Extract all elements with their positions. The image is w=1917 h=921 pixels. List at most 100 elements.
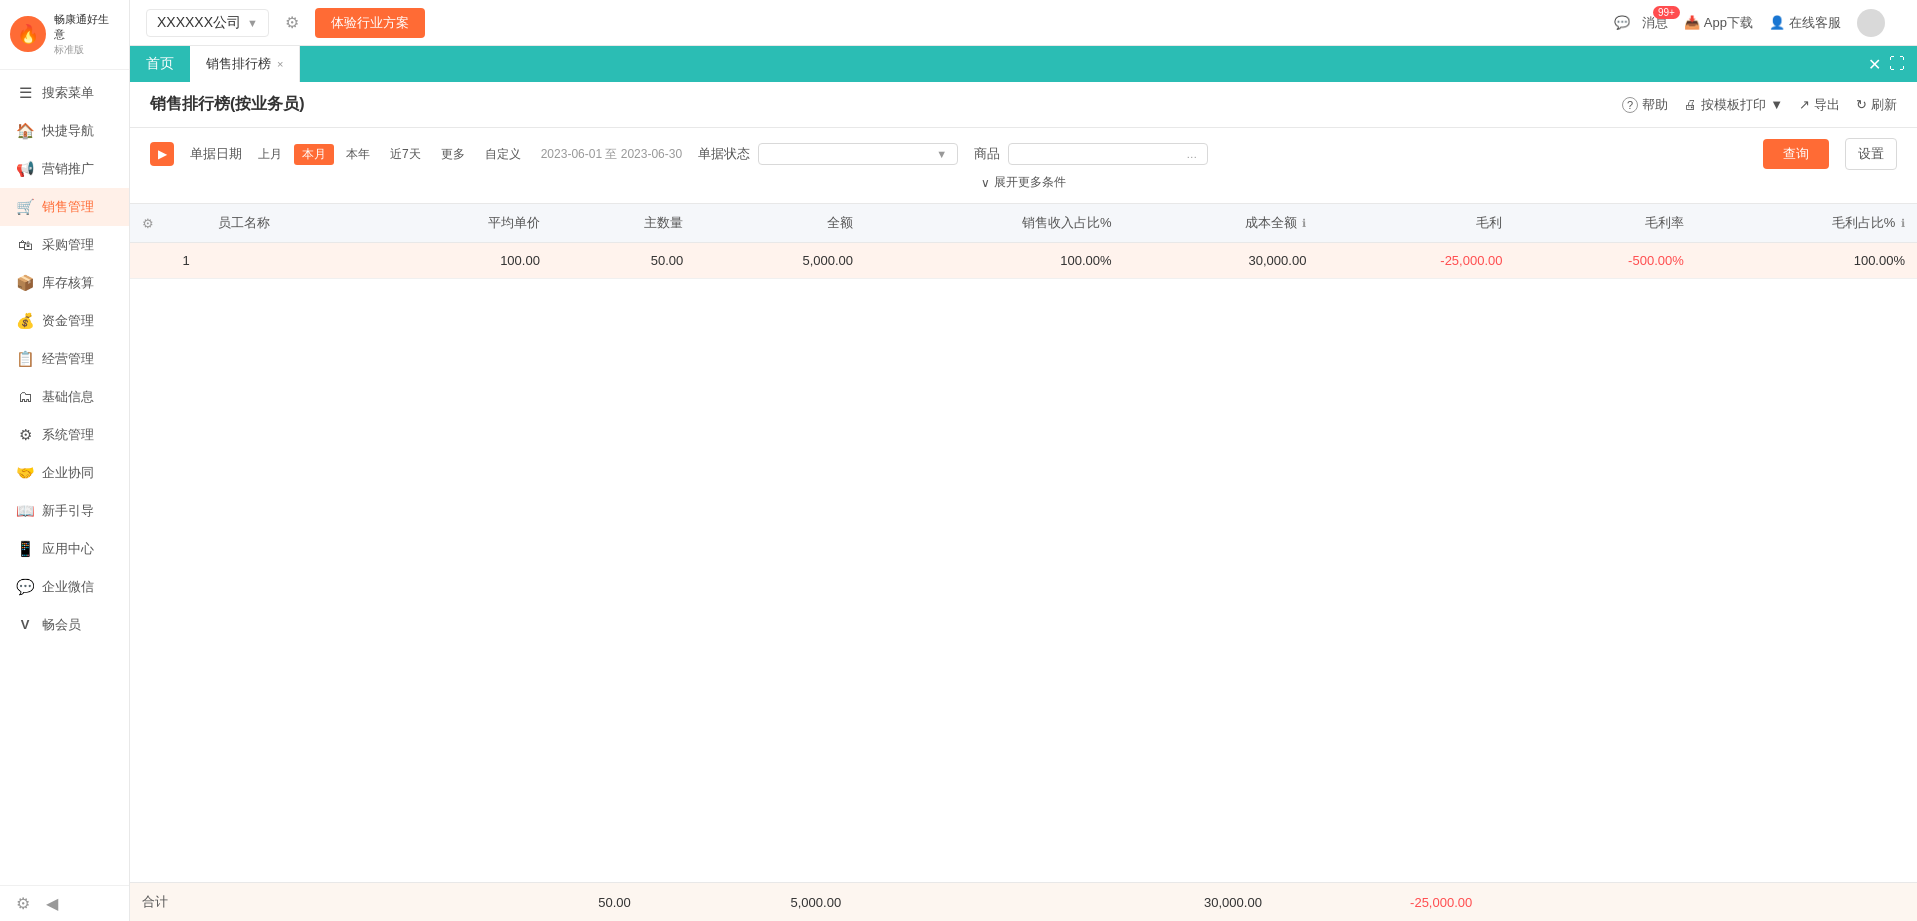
col-profit: 毛利 [1318,204,1514,243]
avatar [1857,9,1885,37]
date-tab-this-month[interactable]: 本月 [294,144,334,165]
sidebar-label-operations: 经营管理 [42,350,94,368]
print-icon: 🖨 [1684,97,1697,112]
tab-restore-icon[interactable]: ⛶ [1889,55,1905,74]
tab-close-icon[interactable]: × [277,58,283,70]
tabbar: 首页 销售排行榜 × ✕ ⛶ [130,46,1917,82]
online-support-label: 在线客服 [1789,14,1841,32]
status-filter: 单据状态 ▼ [698,143,958,165]
col-avg-price: 平均单价 [379,204,552,243]
sidebar-item-sales-mgmt[interactable]: 🛒 销售管理 [0,188,129,226]
tab-home[interactable]: 首页 [130,46,190,82]
date-tab-more[interactable]: 更多 [433,144,473,165]
app-download-label: App下载 [1704,14,1753,32]
date-filter-label: 单据日期 [190,145,242,163]
sales-icon: 🛒 [16,198,34,216]
date-filter: 单据日期 上月 本月 本年 近7天 更多 自定义 2023-06-01 至 20… [190,144,682,165]
filter-expand-row: ∨ 展开更多条件 [150,170,1897,193]
refresh-button[interactable]: ↻ 刷新 [1856,96,1897,114]
sidebar-item-basic-info[interactable]: 🗂 基础信息 [0,378,129,416]
sidebar-item-search-order[interactable]: ☰ 搜索菜单 [0,74,129,112]
sidebar-label-inventory: 库存核算 [42,274,94,292]
cost-info-icon[interactable]: ℹ [1302,217,1306,229]
row-profit-ratio: 100.00% [1696,243,1917,279]
message-action[interactable]: 💬 99+ 消息 [1614,14,1668,32]
col-profit-rate: 毛利率 [1514,204,1695,243]
row-sales-ratio: 100.00% [865,243,1123,279]
online-support-action[interactable]: 👤 在线客服 [1769,14,1841,32]
company-selector[interactable]: XXXXXX公司 ▼ [146,9,269,37]
expand-conditions-button[interactable]: ∨ 展开更多条件 [981,174,1066,191]
bottom-settings-icon[interactable]: ⚙ [16,894,30,913]
query-button[interactable]: 查询 [1763,139,1829,169]
profit-ratio-info-icon[interactable]: ℹ [1901,217,1905,229]
footer-values: 50.00 5,000.00 30,000.00 -25,000.00 [222,895,1905,910]
sidebar-label-quick-nav: 快捷导航 [42,122,94,140]
table-row: 1 100.00 50.00 5,000.00 100.00% 30,000.0… [130,243,1917,279]
basic-info-icon: 🗂 [16,388,34,405]
print-button[interactable]: 🖨 按模板打印 ▼ [1684,96,1783,114]
collapse-icon[interactable]: ◀ [46,894,58,913]
col-settings[interactable]: ⚙ [130,204,166,243]
sidebar-label-finance: 资金管理 [42,312,94,330]
chevron-down-icon: ▼ [247,17,258,29]
sidebar-item-wechat[interactable]: 💬 企业微信 [0,568,129,606]
sales-ranking-table: ⚙ 员工名称 平均单价 主数量 全额 销售收入占比% 成本全额 ℹ 毛利 毛利率 [130,204,1917,279]
sidebar-item-inventory[interactable]: 📦 库存核算 [0,264,129,302]
col-cost: 成本全额 ℹ [1124,204,1319,243]
date-tab-last-month[interactable]: 上月 [250,144,290,165]
logo-line1: 畅康通好生意 [54,12,119,43]
purchase-icon: 🛍 [16,236,34,253]
goods-select[interactable]: … [1008,143,1208,165]
sidebar-label-sales-mgmt: 销售管理 [42,198,94,216]
sidebar-item-system-mgmt[interactable]: ⚙ 系统管理 [0,416,129,454]
date-range-display: 2023-06-01 至 2023-06-30 [541,146,682,163]
sidebar-logo: 🔥 畅康通好生意 标准版 [0,0,129,70]
footer-profit-ratio [1695,895,1905,910]
footer-total: 5,000.00 [643,895,853,910]
tab-close-all-icon[interactable]: ✕ [1868,55,1881,74]
main-wrapper: XXXXXX公司 ▼ ⚙ 体验行业方案 💬 99+ 消息 📥 App下载 👤 在… [130,0,1917,921]
footer-profit-rate [1484,895,1694,910]
filter-toggle-arrow[interactable]: ▶ [150,142,174,166]
row-main-qty: 50.00 [552,243,695,279]
message-icon: 💬 [1614,15,1630,30]
inventory-icon: 📦 [16,274,34,292]
sidebar-item-guide[interactable]: 📖 新手引导 [0,492,129,530]
home-icon: 🏠 [16,122,34,140]
tab-sales-ranking[interactable]: 销售排行榜 × [190,46,300,82]
page-header: 销售排行榜(按业务员) ? 帮助 🖨 按模板打印 ▼ ↗ 导出 ↻ 刷新 [130,82,1917,128]
message-badge: 99+ [1653,6,1680,19]
tab-label: 销售排行榜 [206,55,271,73]
sidebar-label-app-center: 应用中心 [42,540,94,558]
trial-button[interactable]: 体验行业方案 [315,8,425,38]
date-tab-this-year[interactable]: 本年 [338,144,378,165]
sidebar-item-quick-nav[interactable]: 🏠 快捷导航 [0,112,129,150]
sidebar-item-marketing[interactable]: 📢 营销推广 [0,150,129,188]
goods-filter: 商品 … [974,143,1208,165]
sidebar-bottom: ⚙ ◀ [0,885,129,921]
date-tab-custom[interactable]: 自定义 [477,144,529,165]
sidebar-item-member[interactable]: V 畅会员 [0,606,129,644]
row-avg-price: 100.00 [379,243,552,279]
sidebar-label-marketing: 营销推广 [42,160,94,178]
topbar-actions: 💬 99+ 消息 📥 App下载 👤 在线客服 [1614,9,1901,37]
sidebar-label-member: 畅会员 [42,616,81,634]
app-download-action[interactable]: 📥 App下载 [1684,14,1753,32]
topbar-settings-icon[interactable]: ⚙ [281,9,303,36]
status-select[interactable]: ▼ [758,143,958,165]
help-icon: ? [1622,97,1638,113]
goods-more-icon: … [1186,148,1197,160]
export-button[interactable]: ↗ 导出 [1799,96,1840,114]
header-actions: ? 帮助 🖨 按模板打印 ▼ ↗ 导出 ↻ 刷新 [1622,96,1897,114]
help-button[interactable]: ? 帮助 [1622,96,1668,114]
sidebar-item-operations[interactable]: 📋 经营管理 [0,340,129,378]
sidebar-item-app-center[interactable]: 📱 应用中心 [0,530,129,568]
wechat-icon: 💬 [16,578,34,596]
filter-settings-button[interactable]: 设置 [1845,138,1897,170]
sidebar-item-enterprise[interactable]: 🤝 企业协同 [0,454,129,492]
sidebar-item-finance[interactable]: 💰 资金管理 [0,302,129,340]
date-tab-last-7-days[interactable]: 近7天 [382,144,429,165]
col-total: 全额 [695,204,865,243]
sidebar-item-purchase-mgmt[interactable]: 🛍 采购管理 [0,226,129,264]
